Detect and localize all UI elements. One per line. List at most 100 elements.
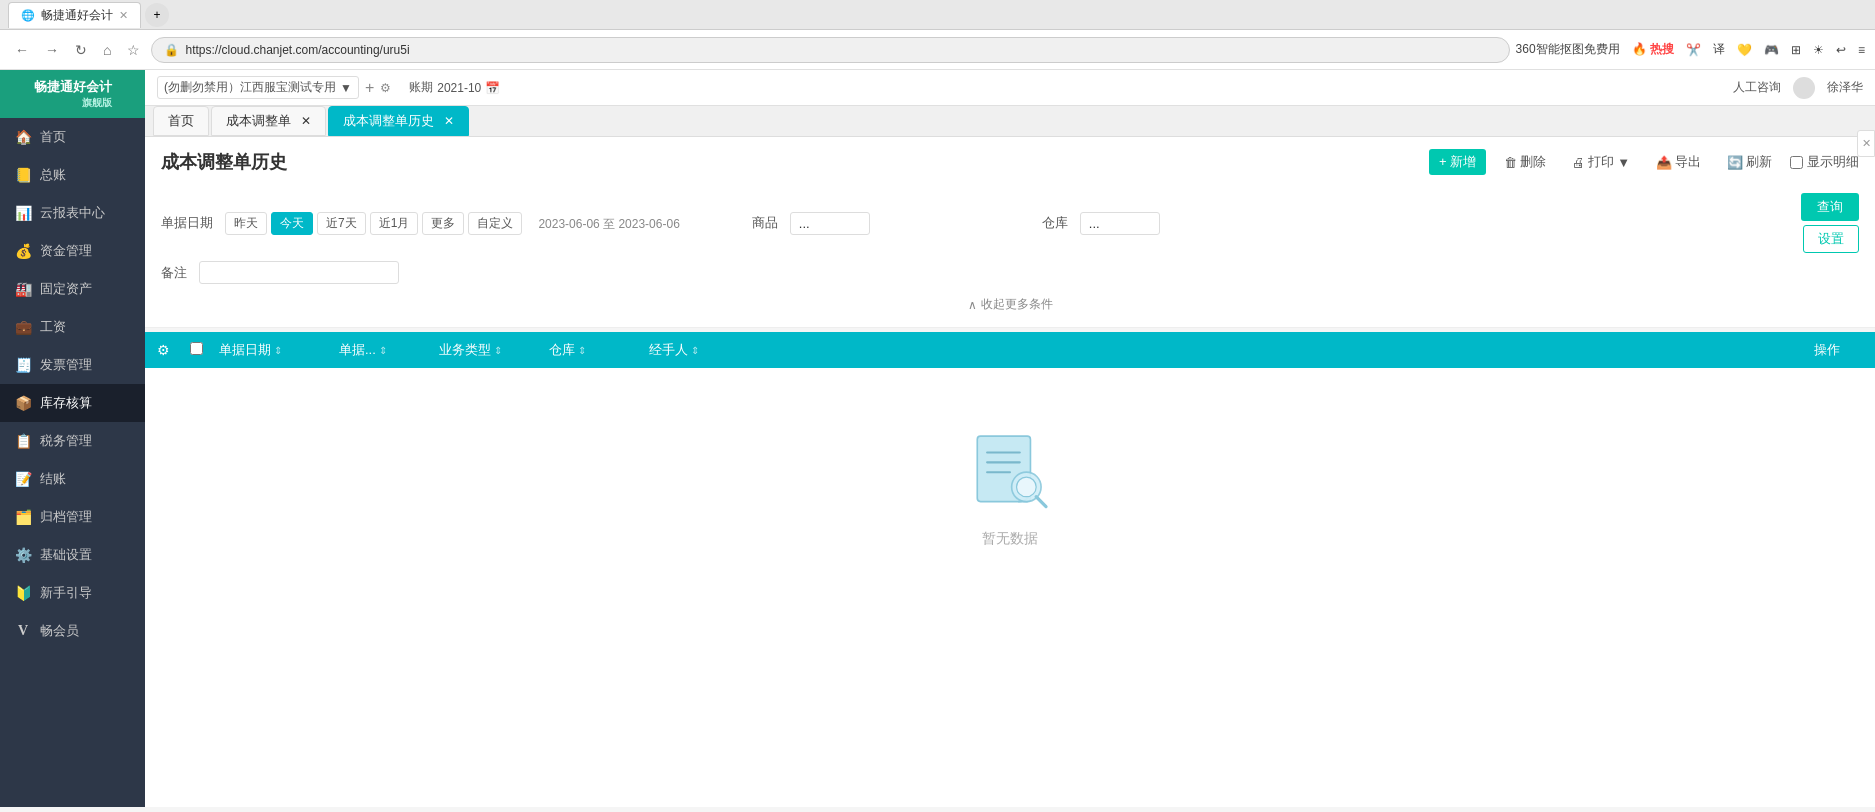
forward-btn[interactable]: →	[40, 40, 64, 60]
new-btn[interactable]: + 新增	[1429, 149, 1486, 175]
apps-icon: ⊞	[1791, 43, 1801, 57]
logo-sub: 旗舰版	[34, 96, 112, 110]
print-dropdown-icon: ▼	[1617, 155, 1630, 170]
sort-type-icon: ⇕	[494, 345, 502, 356]
tab-home[interactable]: 首页	[153, 106, 209, 136]
table-settings-btn[interactable]: ⚙	[145, 342, 181, 358]
refresh-icon: 🔄	[1727, 155, 1743, 170]
settings-gear-icon[interactable]: ⚙	[380, 81, 391, 95]
goods-filter-label: 商品	[752, 214, 778, 232]
lock-icon: 🔒	[164, 43, 179, 57]
tab-bar: 首页 成本调整单 ✕ 成本调整单历史 ✕	[145, 106, 1875, 137]
reports-icon: 📊	[14, 205, 32, 221]
collapse-filter-btn[interactable]: ∧ 收起更多条件	[161, 292, 1859, 317]
tab-cost-adjust-history[interactable]: 成本调整单历史 ✕	[328, 106, 469, 136]
browser-tab-title: 畅捷通好会计	[41, 7, 113, 24]
show-columns-toggle[interactable]: 显示明细	[1790, 153, 1859, 171]
th-warehouse[interactable]: 仓库 ⇕	[541, 341, 641, 359]
sidebar-item-membership[interactable]: V 畅会员	[0, 612, 145, 650]
add-company-btn[interactable]: +	[365, 79, 374, 97]
date-today-btn[interactable]: 今天	[271, 212, 313, 235]
sidebar-item-label: 发票管理	[40, 356, 92, 374]
period-info: 账期 2021-10 📅	[409, 79, 500, 96]
sidebar-item-label: 固定资产	[40, 280, 92, 298]
new-tab-btn[interactable]: +	[145, 3, 169, 27]
delete-btn[interactable]: 🗑 删除	[1496, 149, 1554, 175]
sidebar-item-close[interactable]: 📝 结账	[0, 460, 145, 498]
calendar-icon[interactable]: 📅	[485, 81, 500, 95]
warehouse-more-dots: ...	[1089, 216, 1100, 231]
goods-select[interactable]: ...	[790, 212, 870, 235]
date-filter-label: 单据日期	[161, 214, 213, 232]
sidebar-item-label: 首页	[40, 128, 66, 146]
sidebar-item-label: 工资	[40, 318, 66, 336]
setting-btn[interactable]: 设置	[1803, 225, 1859, 253]
th-type[interactable]: 业务类型 ⇕	[431, 341, 541, 359]
sidebar-item-tax[interactable]: 📋 税务管理	[0, 422, 145, 460]
user-name[interactable]: 徐泽华	[1827, 79, 1863, 96]
select-all-checkbox[interactable]	[190, 342, 203, 355]
empty-state: 暂无数据	[145, 368, 1875, 608]
funds-icon: 💰	[14, 243, 32, 259]
empty-text: 暂无数据	[982, 530, 1038, 548]
date-range-display: 2023-06-06 至 2023-06-06	[538, 216, 679, 233]
sidebar-item-archive[interactable]: 🗂️ 归档管理	[0, 498, 145, 536]
sidebar-item-funds[interactable]: 💰 资金管理	[0, 232, 145, 270]
th-handler[interactable]: 经手人 ⇕	[641, 341, 761, 359]
tab-cost-adjust-history-close[interactable]: ✕	[444, 114, 454, 128]
sidebar-item-label: 新手引导	[40, 584, 92, 602]
collapse-arrow-icon: ∧	[968, 298, 977, 312]
back-btn[interactable]: ←	[10, 40, 34, 60]
consultant-link[interactable]: 人工咨询	[1733, 79, 1781, 96]
th-date[interactable]: 单据日期 ⇕	[211, 341, 331, 359]
date-yesterday-btn[interactable]: 昨天	[225, 212, 267, 235]
date-more-btn[interactable]: 更多	[422, 212, 464, 235]
refresh-btn[interactable]: 🔄 刷新	[1719, 149, 1780, 175]
membership-icon: V	[14, 623, 32, 639]
browser-nav-bar: ← → ↻ ⌂ ☆ 🔒 https://cloud.chanjet.com/ac…	[0, 30, 1875, 70]
show-columns-checkbox[interactable]	[1790, 156, 1803, 169]
export-btn[interactable]: 📤 导出	[1648, 149, 1709, 175]
table-select-all-check[interactable]	[181, 342, 211, 358]
sidebar-item-ledger[interactable]: 📒 总账	[0, 156, 145, 194]
sidebar-item-salary[interactable]: 💼 工资	[0, 308, 145, 346]
date-custom-btn[interactable]: 自定义	[468, 212, 522, 235]
sort-handler-icon: ⇕	[691, 345, 699, 356]
sidebar-item-label: 归档管理	[40, 508, 92, 526]
wallet-icon: 💛	[1737, 43, 1752, 57]
sidebar-item-guide[interactable]: 🔰 新手引导	[0, 574, 145, 612]
salary-icon: 💼	[14, 319, 32, 335]
warehouse-select[interactable]: ...	[1080, 212, 1160, 235]
filter-area: 单据日期 昨天 今天 近7天 近1月 更多 自定义 2023-06-06 至 2…	[145, 183, 1875, 328]
right-panel-close-btn[interactable]: ✕	[1857, 130, 1875, 157]
date-1month-btn[interactable]: 近1月	[370, 212, 419, 235]
date-quick-btns: 昨天 今天 近7天 近1月 更多 自定义	[225, 212, 522, 235]
tab-cost-adjust[interactable]: 成本调整单 ✕	[211, 106, 326, 136]
home-nav-btn[interactable]: ⌂	[98, 40, 116, 60]
menu-icon: ≡	[1858, 43, 1865, 57]
url-bar[interactable]: 🔒 https://cloud.chanjet.com/accounting/u…	[151, 37, 1509, 63]
bookmark-btn[interactable]: ☆	[122, 40, 145, 60]
sidebar-item-inventory[interactable]: 📦 库存核算	[0, 384, 145, 422]
query-btn[interactable]: 查询	[1801, 193, 1859, 221]
remark-input[interactable]	[199, 261, 399, 284]
sidebar-item-settings[interactable]: ⚙️ 基础设置	[0, 536, 145, 574]
sidebar-item-label: 畅会员	[40, 622, 79, 640]
sidebar-item-label: 基础设置	[40, 546, 92, 564]
sidebar-item-home[interactable]: 🏠 首页	[0, 118, 145, 156]
hot-search-label: 🔥 热搜	[1632, 41, 1674, 58]
sidebar-item-invoice[interactable]: 🧾 发票管理	[0, 346, 145, 384]
th-num[interactable]: 单据... ⇕	[331, 341, 431, 359]
sidebar-item-assets[interactable]: 🏭 固定资产	[0, 270, 145, 308]
guide-icon: 🔰	[14, 585, 32, 601]
company-selector[interactable]: (勿删勿禁用）江西服宝测试专用 ▼	[157, 76, 359, 99]
empty-illustration	[960, 428, 1060, 518]
refresh-nav-btn[interactable]: ↻	[70, 40, 92, 60]
tax-icon: 📋	[14, 433, 32, 449]
sidebar-item-reports[interactable]: 📊 云报表中心	[0, 194, 145, 232]
print-btn[interactable]: 🖨 打印 ▼	[1564, 149, 1638, 175]
tab-cost-adjust-close[interactable]: ✕	[301, 114, 311, 128]
date-7days-btn[interactable]: 近7天	[317, 212, 366, 235]
period-value: 2021-10	[437, 81, 481, 95]
brightness-icon: ☀	[1813, 43, 1824, 57]
